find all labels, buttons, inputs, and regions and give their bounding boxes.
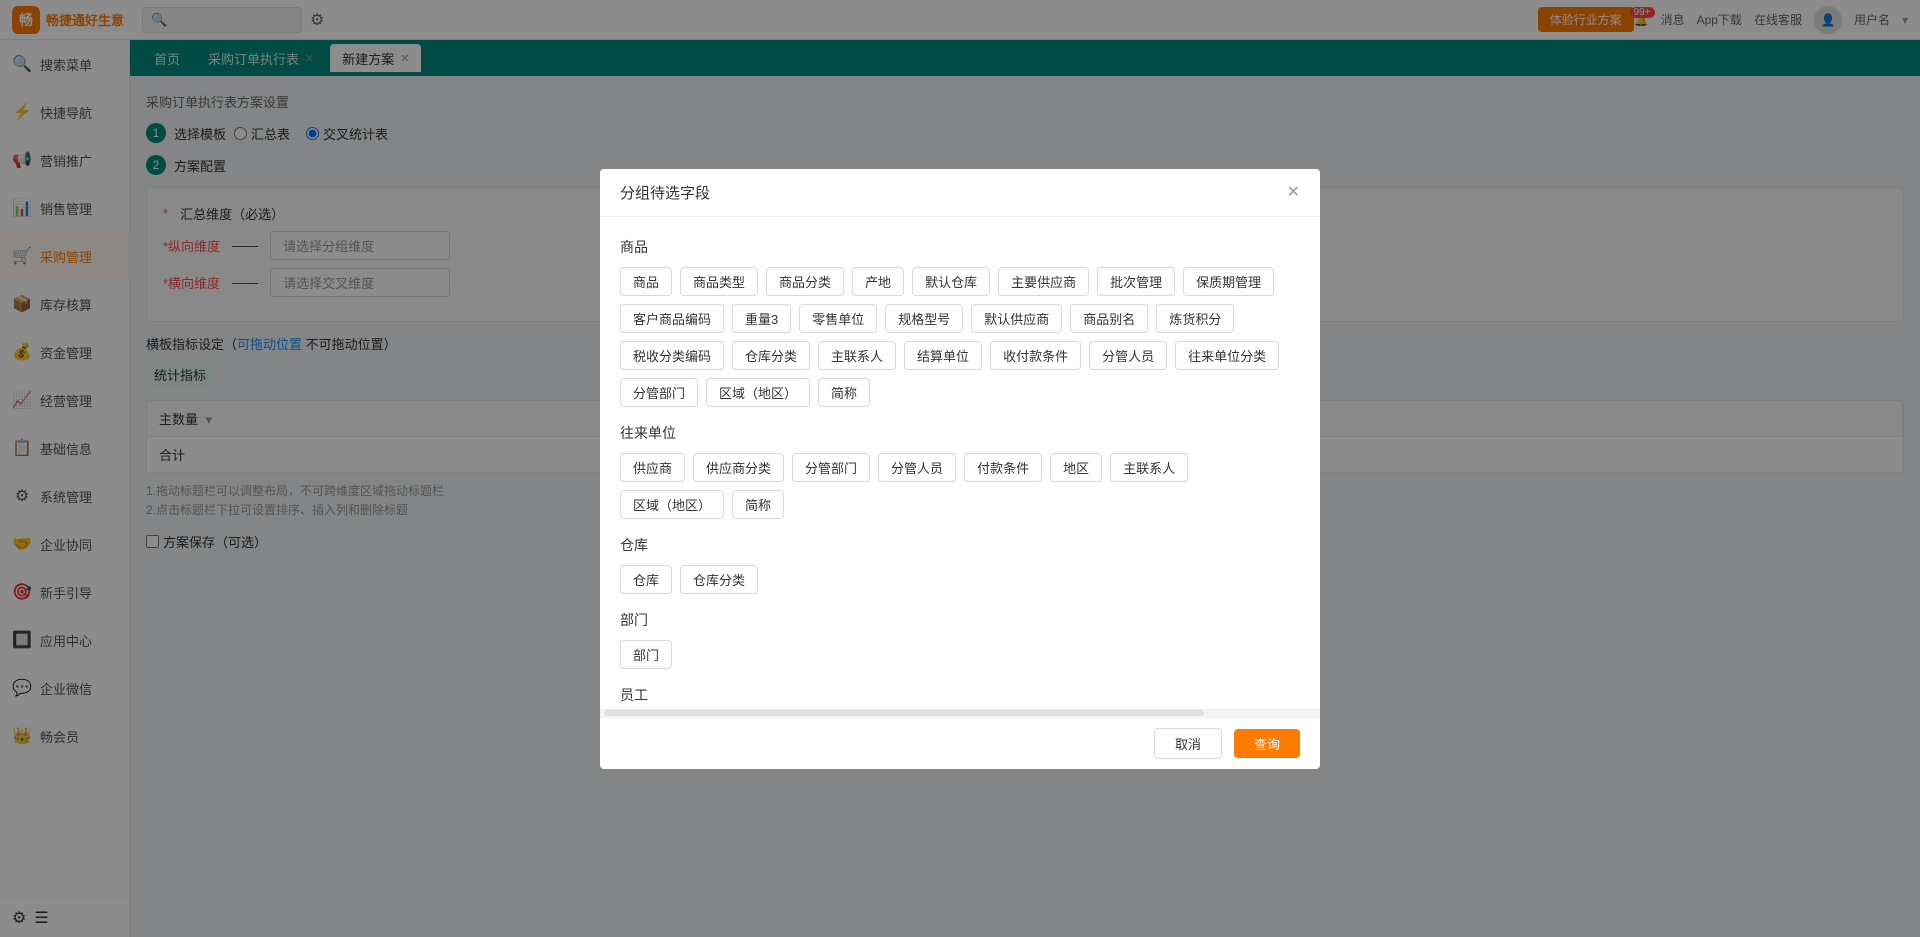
field-refine-points[interactable]: 炼货积分 (1156, 304, 1234, 333)
field-partner-category[interactable]: 往来单位分类 (1175, 341, 1279, 370)
dialog-header: 分组待选字段 ✕ (600, 169, 1320, 217)
section-department: 部门 部门 (620, 610, 1300, 669)
field-default-warehouse[interactable]: 默认仓库 (912, 267, 990, 296)
field-region[interactable]: 区域（地区） (706, 378, 810, 407)
field-main-supplier[interactable]: 主要供应商 (998, 267, 1089, 296)
dialog-title: 分组待选字段 (620, 182, 710, 203)
field-supervisor[interactable]: 分管人员 (1089, 341, 1167, 370)
cancel-button[interactable]: 取消 (1154, 728, 1222, 759)
field-main-contact2[interactable]: 主联系人 (1110, 453, 1188, 482)
section-department-fields: 部门 (620, 640, 1300, 669)
section-employee: 员工 业务员 (620, 685, 1300, 709)
section-warehouse-fields: 仓库 仓库分类 (620, 565, 1300, 594)
section-product-fields: 商品 商品类型 商品分类 产地 默认仓库 主要供应商 批次管理 保质期管理 客户… (620, 267, 1300, 407)
field-supervisor-person[interactable]: 分管人员 (878, 453, 956, 482)
field-dept[interactable]: 分管部门 (620, 378, 698, 407)
dialog-close-button[interactable]: ✕ (1287, 182, 1300, 202)
field-origin[interactable]: 产地 (852, 267, 904, 296)
section-warehouse-title: 仓库 (620, 535, 1300, 555)
field-tax-code[interactable]: 税收分类编码 (620, 341, 724, 370)
field-payment-condition[interactable]: 付款条件 (964, 453, 1042, 482)
field-spec-model[interactable]: 规格型号 (885, 304, 963, 333)
field-warehouse-category[interactable]: 仓库分类 (732, 341, 810, 370)
field-default-supplier[interactable]: 默认供应商 (971, 304, 1062, 333)
section-product: 商品 商品 商品类型 商品分类 产地 默认仓库 主要供应商 批次管理 保质期管理… (620, 237, 1300, 407)
field-region2[interactable]: 区域（地区） (620, 490, 724, 519)
field-main-contact[interactable]: 主联系人 (818, 341, 896, 370)
field-department[interactable]: 部门 (620, 640, 672, 669)
field-supplier[interactable]: 供应商 (620, 453, 685, 482)
section-warehouse: 仓库 仓库 仓库分类 (620, 535, 1300, 594)
dialog-h-scrollbar[interactable] (600, 709, 1320, 717)
field-payment-terms[interactable]: 收付款条件 (990, 341, 1081, 370)
confirm-button[interactable]: 查询 (1234, 729, 1300, 758)
dialog-body[interactable]: 商品 商品 商品类型 商品分类 产地 默认仓库 主要供应商 批次管理 保质期管理… (600, 217, 1320, 709)
field-supervisor-dept[interactable]: 分管部门 (792, 453, 870, 482)
dialog-overlay: 分组待选字段 ✕ 商品 商品 商品类型 商品分类 产地 默认仓库 主要供应商 批… (0, 0, 1920, 937)
field-retail-unit[interactable]: 零售单位 (799, 304, 877, 333)
field-expiry-mgmt[interactable]: 保质期管理 (1183, 267, 1274, 296)
field-warehouse-cat[interactable]: 仓库分类 (680, 565, 758, 594)
field-customer-code[interactable]: 客户商品编码 (620, 304, 724, 333)
field-product[interactable]: 商品 (620, 267, 672, 296)
section-partner: 往来单位 供应商 供应商分类 分管部门 分管人员 付款条件 地区 主联系人 区域… (620, 423, 1300, 519)
h-scrollbar-thumb[interactable] (604, 710, 1204, 716)
section-partner-title: 往来单位 (620, 423, 1300, 443)
field-settlement-unit[interactable]: 结算单位 (904, 341, 982, 370)
field-supplier-category[interactable]: 供应商分类 (693, 453, 784, 482)
field-area[interactable]: 地区 (1050, 453, 1102, 482)
field-weight[interactable]: 重量3 (732, 304, 791, 333)
field-selection-dialog: 分组待选字段 ✕ 商品 商品 商品类型 商品分类 产地 默认仓库 主要供应商 批… (600, 169, 1320, 769)
section-partner-fields: 供应商 供应商分类 分管部门 分管人员 付款条件 地区 主联系人 区域（地区） … (620, 453, 1300, 519)
field-batch-mgmt[interactable]: 批次管理 (1097, 267, 1175, 296)
section-product-title: 商品 (620, 237, 1300, 257)
field-warehouse[interactable]: 仓库 (620, 565, 672, 594)
dialog-footer: 取消 查询 (600, 717, 1320, 769)
field-abbrev2[interactable]: 简称 (732, 490, 784, 519)
field-product-alias[interactable]: 商品别名 (1070, 304, 1148, 333)
field-product-category[interactable]: 商品分类 (766, 267, 844, 296)
field-abbrev[interactable]: 简称 (818, 378, 870, 407)
section-department-title: 部门 (620, 610, 1300, 630)
field-product-type[interactable]: 商品类型 (680, 267, 758, 296)
section-employee-title: 员工 (620, 685, 1300, 705)
